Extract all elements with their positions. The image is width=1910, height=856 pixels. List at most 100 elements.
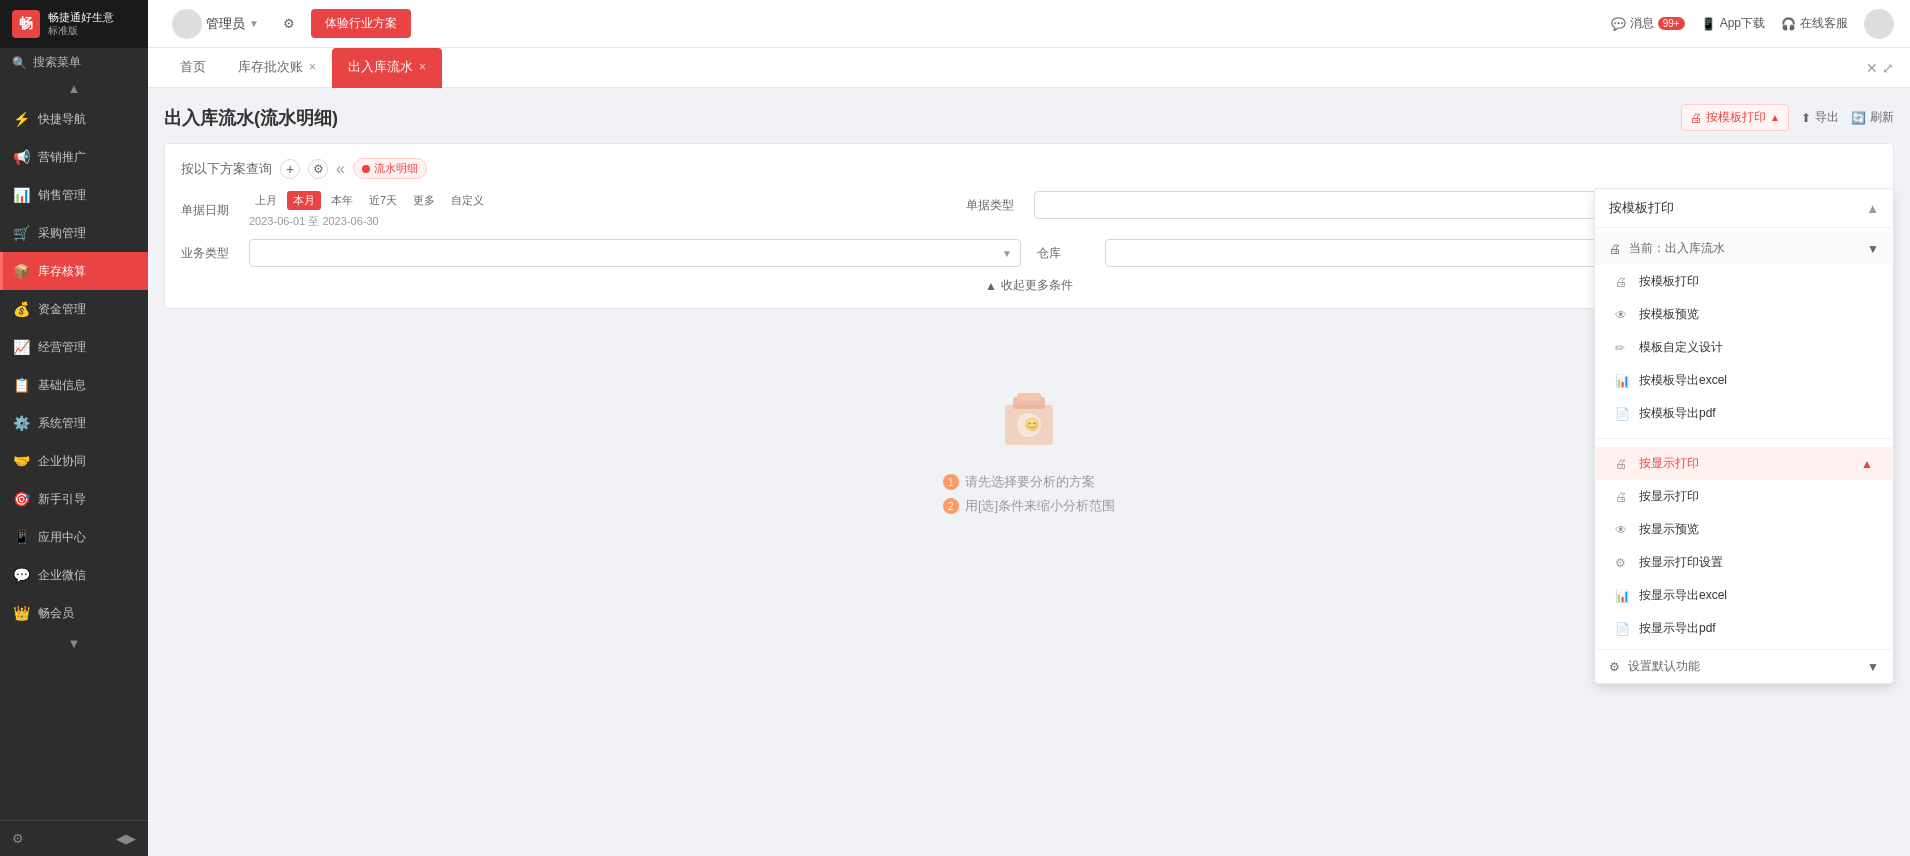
- date-shortcut-this-month[interactable]: 本月: [287, 191, 321, 210]
- sidebar-item-quick-nav[interactable]: ⚡ 快捷导航: [0, 100, 148, 138]
- date-shortcut-prev-month[interactable]: 上月: [249, 191, 283, 210]
- sidebar-item-sales[interactable]: 📊 销售管理: [0, 176, 148, 214]
- tab-flow[interactable]: 出入库流水 ×: [332, 48, 442, 88]
- company-name: 畅捷通好生意: [48, 10, 114, 24]
- system-icon: ⚙️: [12, 414, 30, 432]
- sidebar-nav: ▲ ⚡ 快捷导航 📢 营销推广 📊 销售管理 🛒 采购管理 📦 库存核算 💰 资…: [0, 77, 148, 820]
- pdf-icon: 📄: [1615, 407, 1629, 421]
- default-function-label: 设置默认功能: [1628, 658, 1867, 675]
- dropdown-display-preview[interactable]: 👁 按显示预览: [1595, 513, 1893, 546]
- date-shortcut-more[interactable]: 更多: [407, 191, 441, 210]
- sidebar-scroll-up[interactable]: ▲: [0, 77, 148, 100]
- tab-home[interactable]: 首页: [164, 48, 222, 88]
- filter-settings-button[interactable]: ⚙: [308, 159, 328, 179]
- printer-icon: 🖨: [1690, 111, 1702, 125]
- collapse-sidebar-icon[interactable]: ◀▶: [116, 831, 136, 846]
- topbar-gear-button[interactable]: ⚙: [275, 10, 303, 38]
- sidebar-item-newcomer[interactable]: 🎯 新手引导: [0, 480, 148, 518]
- sales-icon: 📊: [12, 186, 30, 204]
- dropdown-template-preview[interactable]: 👁 按模板预览: [1595, 298, 1893, 331]
- date-shortcut-7days[interactable]: 近7天: [363, 191, 403, 210]
- sidebar-search[interactable]: 🔍 搜索菜单: [0, 48, 148, 77]
- page-header: 出入库流水(流水明细) 🖨 按模板打印 ▲ ⬆ 导出 🔄 刷新: [164, 104, 1894, 131]
- messages-button[interactable]: 💬 消息 99+: [1611, 15, 1685, 32]
- filter-add-button[interactable]: +: [280, 159, 300, 179]
- refresh-button[interactable]: 🔄 刷新: [1851, 109, 1894, 126]
- empty-illustration: 😊: [989, 381, 1069, 461]
- tabs-close-all-button[interactable]: ✕: [1866, 60, 1878, 76]
- print-template-button[interactable]: 🖨 按模板打印 ▲: [1681, 104, 1789, 131]
- sidebar-item-label: 快捷导航: [38, 111, 86, 128]
- design-icon: ✏: [1615, 341, 1629, 355]
- dropdown-footer[interactable]: ⚙ 设置默认功能 ▼: [1595, 649, 1893, 683]
- customer-service-button[interactable]: 🎧 在线客服: [1781, 15, 1848, 32]
- sidebar-item-member[interactable]: 👑 畅会员: [0, 594, 148, 632]
- sidebar-item-wechat[interactable]: 💬 企业微信: [0, 556, 148, 594]
- printer-small-icon: 🖨: [1609, 242, 1621, 256]
- sidebar-item-label: 销售管理: [38, 187, 86, 204]
- template-export-pdf-label: 按模板导出pdf: [1639, 405, 1716, 422]
- export-button[interactable]: ⬆ 导出: [1801, 109, 1839, 126]
- sidebar-item-marketing[interactable]: 📢 营销推广: [0, 138, 148, 176]
- user-avatar[interactable]: [1864, 9, 1894, 39]
- dropdown-template-export-excel[interactable]: 📊 按模板导出excel: [1595, 364, 1893, 397]
- dropdown-display-export-excel[interactable]: 📊 按显示导出excel: [1595, 579, 1893, 612]
- dropdown-current-header: 🖨 当前：出入库流水 ▼: [1595, 232, 1893, 265]
- sidebar-item-system[interactable]: ⚙️ 系统管理: [0, 404, 148, 442]
- tab-batch-accounts[interactable]: 库存批次账 ×: [222, 48, 332, 88]
- user-chevron-icon: ▼: [249, 18, 259, 29]
- user-dropdown[interactable]: 管理员 ▼: [164, 5, 267, 43]
- dropdown-display-export-pdf[interactable]: 📄 按显示导出pdf: [1595, 612, 1893, 645]
- current-chevron-icon[interactable]: ▼: [1867, 242, 1879, 256]
- sidebar-item-label: 采购管理: [38, 225, 86, 242]
- export-icon: ⬆: [1801, 111, 1811, 125]
- template-custom-label: 模板自定义设计: [1639, 339, 1723, 356]
- dropdown-template-print[interactable]: 🖨 按模板打印: [1595, 265, 1893, 298]
- dropdown-collapse-icon[interactable]: ▲: [1866, 201, 1879, 216]
- sidebar-item-label: 应用中心: [38, 529, 86, 546]
- dropdown-template-export-pdf[interactable]: 📄 按模板导出pdf: [1595, 397, 1893, 430]
- dropdown-display-section-header[interactable]: 🖨 按显示打印 ▲: [1595, 447, 1893, 480]
- filter-date-item: 单据日期 上月 本月 本年 近7天 更多 自定义 2023-06-01 至 20…: [181, 191, 950, 229]
- sidebar-item-operations[interactable]: 📈 经营管理: [0, 328, 148, 366]
- dropdown-display-print-settings[interactable]: ⚙ 按显示打印设置: [1595, 546, 1893, 579]
- industry-button[interactable]: 体验行业方案: [311, 9, 411, 38]
- filter-tag-label: 流水明细: [374, 161, 418, 176]
- page-actions: 🖨 按模板打印 ▲ ⬆ 导出 🔄 刷新: [1681, 104, 1894, 131]
- warehouse-label: 仓库: [1037, 245, 1097, 262]
- export-label: 导出: [1815, 109, 1839, 126]
- sidebar-item-cooperation[interactable]: 🤝 企业协同: [0, 442, 148, 480]
- tab-flow-close[interactable]: ×: [419, 60, 426, 74]
- sidebar-item-app-center[interactable]: 📱 应用中心: [0, 518, 148, 556]
- version-label: 标准版: [48, 24, 114, 38]
- dropdown-current-section: 🖨 当前：出入库流水 ▼ 🖨 按模板打印 👁 按模板预览 ✏ 模板自定义设计: [1595, 228, 1893, 434]
- refresh-label: 刷新: [1870, 109, 1894, 126]
- sidebar-item-inventory[interactable]: 📦 库存核算: [0, 252, 148, 290]
- tabs-expand-button[interactable]: ⤢: [1882, 60, 1894, 76]
- template-export-excel-label: 按模板导出excel: [1639, 372, 1727, 389]
- filter-active-tag[interactable]: 流水明细: [353, 158, 427, 179]
- settings-icon[interactable]: ⚙: [12, 831, 24, 846]
- empty-tips-list: 1 请先选择要分析的方案 2 用[选]条件来缩小分析范围: [943, 473, 1115, 521]
- app-download-button[interactable]: 📱 App下载: [1701, 15, 1765, 32]
- date-shortcut-custom[interactable]: 自定义: [445, 191, 490, 210]
- date-shortcut-this-year[interactable]: 本年: [325, 191, 359, 210]
- collapse-label: 收起更多条件: [1001, 277, 1073, 294]
- sidebar-item-finance[interactable]: 💰 资金管理: [0, 290, 148, 328]
- filter-business-type-item: 业务类型 ▼: [181, 239, 1021, 267]
- print-icon: 🖨: [1615, 275, 1629, 289]
- page-title: 出入库流水(流水明细): [164, 106, 338, 130]
- sidebar-item-purchase[interactable]: 🛒 采购管理: [0, 214, 148, 252]
- sidebar-item-basic-info[interactable]: 📋 基础信息: [0, 366, 148, 404]
- dropdown-template-custom[interactable]: ✏ 模板自定义设计: [1595, 331, 1893, 364]
- messages-badge: 99+: [1658, 17, 1685, 30]
- business-type-select[interactable]: ▼: [249, 239, 1021, 267]
- sidebar-scroll-down[interactable]: ▼: [0, 632, 148, 655]
- filter-collapse-button[interactable]: «: [336, 160, 345, 178]
- dropdown-display-print[interactable]: 🖨 按显示打印: [1595, 480, 1893, 513]
- search-label: 搜索菜单: [33, 54, 81, 71]
- sidebar-item-label: 新手引导: [38, 491, 86, 508]
- sidebar-item-label: 基础信息: [38, 377, 86, 394]
- print-settings-icon: ⚙: [1615, 556, 1629, 570]
- tab-batch-accounts-close[interactable]: ×: [309, 60, 316, 74]
